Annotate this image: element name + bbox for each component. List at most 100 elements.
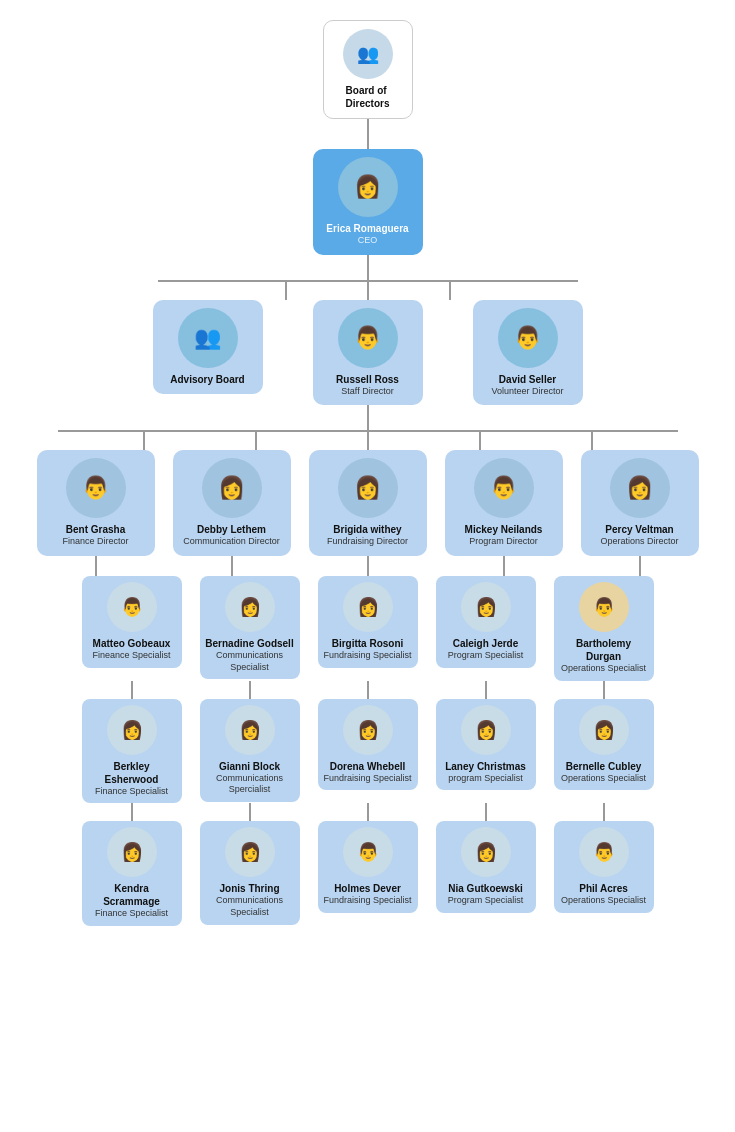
conn-l2-l3 xyxy=(367,405,369,430)
bernelle-name: Bernelle Cubley xyxy=(566,760,642,773)
dorena-name: Dorena Whebell xyxy=(330,760,406,773)
ceo-node[interactable]: 👩 Erica Romaguera CEO xyxy=(313,149,423,255)
berkley-name: Berkley Esherwood xyxy=(87,760,177,786)
mickey-title: Program Director xyxy=(469,536,538,548)
conn-l3-1 xyxy=(255,432,257,450)
nia-node: 👩 Nia Gutkoewski Program Specialist xyxy=(436,821,536,913)
dorena-avatar: 👩 xyxy=(343,705,393,755)
matteo-box[interactable]: 👨 Matteo Gobeaux Fineance Specialist xyxy=(82,576,182,668)
berkley-avatar: 👩 xyxy=(107,705,157,755)
gianni-title: Communications Spercialist xyxy=(205,773,295,796)
laney-name: Laney Christmas xyxy=(445,760,526,773)
bent-name: Bent Grasha xyxy=(66,523,125,536)
conn-l4-3 xyxy=(503,556,505,576)
gianni-box[interactable]: 👩 Gianni Block Communications Spercialis… xyxy=(200,699,300,802)
matteo-avatar: 👨 xyxy=(107,582,157,632)
l4-r2-r3-connectors xyxy=(10,803,725,821)
debby-avatar: 👩 xyxy=(202,458,262,518)
david-box[interactable]: 👨 David Seller Volunteer Director xyxy=(473,300,583,406)
bent-title: Finance Director xyxy=(62,536,128,548)
kendra-box[interactable]: 👩 Kendra Scrammage Finance Specialist xyxy=(82,821,182,926)
caleigh-name: Caleigh Jerde xyxy=(453,637,519,650)
holmes-box[interactable]: 👨 Holmes Dever Fundraising Specialist xyxy=(318,821,418,913)
nia-box[interactable]: 👩 Nia Gutkoewski Program Specialist xyxy=(436,821,536,913)
bernadine-node: 👩 Bernadine Godsell Communications Speci… xyxy=(200,576,300,679)
ceo-title: CEO xyxy=(358,235,378,247)
level3-vert-connectors xyxy=(10,432,725,450)
bernadine-box[interactable]: 👩 Bernadine Godsell Communications Speci… xyxy=(200,576,300,679)
bartholemy-title: Operations Specialist xyxy=(561,663,646,675)
debby-box[interactable]: 👩 Debby Lethem Communication Director xyxy=(173,450,291,556)
bartholemy-box[interactable]: 👨 Bartholemy Durgan Operations Specialis… xyxy=(554,576,654,681)
mickey-box[interactable]: 👨 Mickey Neilands Program Director xyxy=(445,450,563,556)
ceo-name: Erica Romaguera xyxy=(326,222,408,235)
level4-row2: 👩 Berkley Esherwood Finance Specialist 👩… xyxy=(10,699,725,804)
nia-avatar: 👩 xyxy=(461,827,511,877)
l4-r1-r2-connectors xyxy=(10,681,725,699)
berkley-title: Finance Specialist xyxy=(95,786,168,798)
caleigh-node: 👩 Caleigh Jerde Program Specialist xyxy=(436,576,536,668)
bartholemy-node: 👨 Bartholemy Durgan Operations Specialis… xyxy=(554,576,654,681)
kendra-node: 👩 Kendra Scrammage Finance Specialist xyxy=(82,821,182,926)
phil-avatar: 👨 xyxy=(579,827,629,877)
conn-david xyxy=(449,282,451,300)
birgitta-title: Fundraising Specialist xyxy=(323,650,411,662)
brigida-node: 👩 Brigida withey Fundraising Director xyxy=(309,450,427,556)
advisory-board-node: 👥 Advisory Board xyxy=(153,300,263,394)
phil-box[interactable]: 👨 Phil Acres Operations Specialist xyxy=(554,821,654,913)
ceo-avatar: 👩 xyxy=(338,157,398,217)
kendra-avatar: 👩 xyxy=(107,827,157,877)
bent-box[interactable]: 👨 Bent Grasha Finance Director xyxy=(37,450,155,556)
laney-node: 👩 Laney Christmas program Specialist xyxy=(436,699,536,791)
brigida-title: Fundraising Director xyxy=(327,536,408,548)
level3-nodes: 👨 Bent Grasha Finance Director 👩 Debby L… xyxy=(10,450,725,556)
mickey-avatar: 👨 xyxy=(474,458,534,518)
level4-row3: 👩 Kendra Scrammage Finance Specialist 👩 … xyxy=(10,821,725,946)
percy-title: Operations Director xyxy=(600,536,678,548)
jonis-node: 👩 Jonis Thring Communications Specialist xyxy=(200,821,300,924)
jonis-title: Communications Specialist xyxy=(205,895,295,918)
dorena-box[interactable]: 👩 Dorena Whebell Fundraising Specialist xyxy=(318,699,418,791)
russell-name: Russell Ross xyxy=(336,373,399,386)
nia-title: Program Specialist xyxy=(448,895,524,907)
russell-box[interactable]: 👨 Russell Ross Staff Director xyxy=(313,300,423,406)
advisory-avatar: 👥 xyxy=(178,308,238,368)
jonis-name: Jonis Thring xyxy=(220,882,280,895)
level2-connectors xyxy=(285,282,451,300)
phil-title: Operations Specialist xyxy=(561,895,646,907)
advisory-name: Advisory Board xyxy=(170,373,244,386)
holmes-avatar: 👨 xyxy=(343,827,393,877)
bent-avatar: 👨 xyxy=(66,458,126,518)
laney-box[interactable]: 👩 Laney Christmas program Specialist xyxy=(436,699,536,791)
conn-advisory xyxy=(285,282,287,300)
laney-avatar: 👩 xyxy=(461,705,511,755)
board-name: Board of Directors xyxy=(346,84,390,110)
bent-node: 👨 Bent Grasha Finance Director xyxy=(37,450,155,556)
phil-name: Phil Acres xyxy=(579,882,628,895)
birgitta-box[interactable]: 👩 Birgitta Rosoni Fundraising Specialist xyxy=(318,576,418,668)
conn-l4-0 xyxy=(95,556,97,576)
caleigh-title: Program Specialist xyxy=(448,650,524,662)
gianni-avatar: 👩 xyxy=(225,705,275,755)
advisory-box[interactable]: 👥 Advisory Board xyxy=(153,300,263,394)
holmes-title: Fundraising Specialist xyxy=(323,895,411,907)
mickey-name: Mickey Neilands xyxy=(465,523,543,536)
bernelle-title: Operations Specialist xyxy=(561,773,646,785)
brigida-avatar: 👩 xyxy=(338,458,398,518)
david-title: Volunteer Director xyxy=(491,386,563,398)
level1-col: 👩 Erica Romaguera CEO xyxy=(313,149,423,280)
bernelle-box[interactable]: 👩 Bernelle Cubley Operations Specialist xyxy=(554,699,654,791)
caleigh-box[interactable]: 👩 Caleigh Jerde Program Specialist xyxy=(436,576,536,668)
level2-nodes: 👥 Advisory Board 👨 Russell Ross Staff Di… xyxy=(153,300,583,406)
percy-box[interactable]: 👩 Percy Veltman Operations Director xyxy=(581,450,699,556)
bernelle-node: 👩 Bernelle Cubley Operations Specialist xyxy=(554,699,654,791)
org-chart: 👥 Board of Directors 👩 Erica Romaguera C… xyxy=(0,0,735,966)
brigida-box[interactable]: 👩 Brigida withey Fundraising Director xyxy=(309,450,427,556)
board-node[interactable]: 👥 Board of Directors xyxy=(323,20,413,119)
conn-l3-3 xyxy=(479,432,481,450)
level2-section: 👥 Advisory Board 👨 Russell Ross Staff Di… xyxy=(10,280,725,406)
bartholemy-avatar: 👨 xyxy=(579,582,629,632)
kendra-title: Finance Specialist xyxy=(95,908,168,920)
jonis-box[interactable]: 👩 Jonis Thring Communications Specialist xyxy=(200,821,300,924)
berkley-box[interactable]: 👩 Berkley Esherwood Finance Specialist xyxy=(82,699,182,804)
